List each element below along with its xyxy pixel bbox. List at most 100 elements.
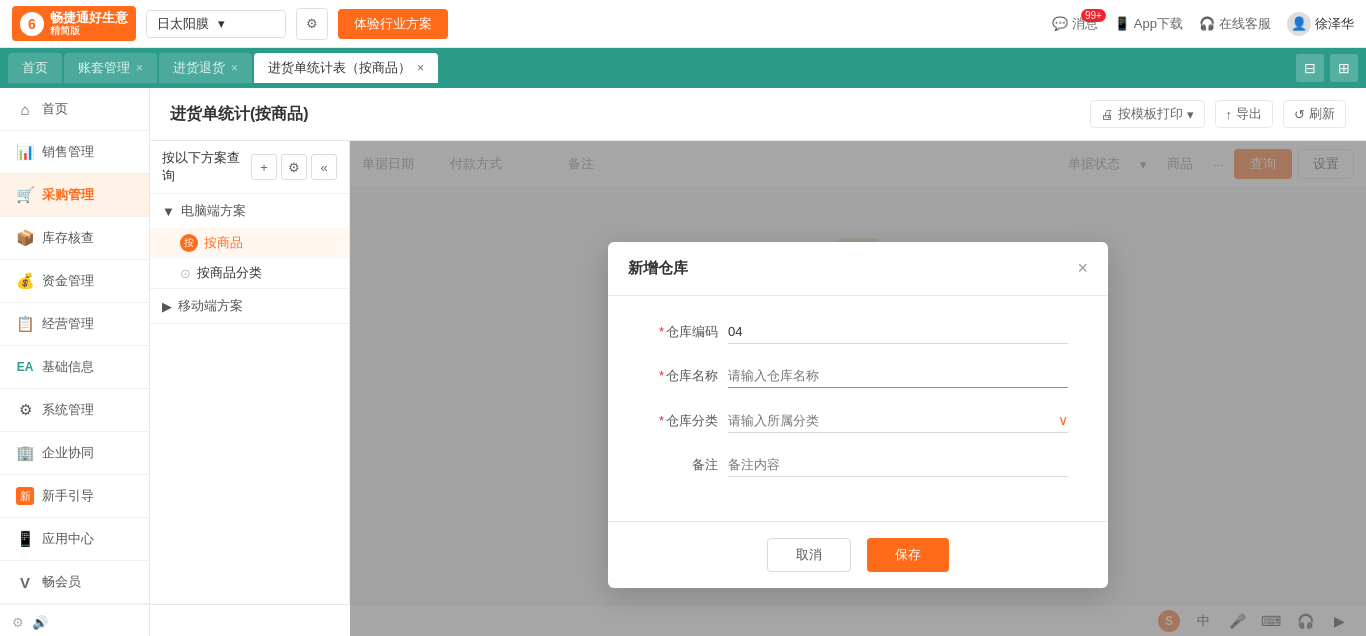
modal-close-button[interactable]: ×: [1077, 258, 1088, 279]
form-row-note: 备注: [648, 453, 1068, 477]
chevron-down-icon: ▾: [218, 16, 275, 31]
sidebar-item-guide[interactable]: 新 新手引导: [0, 475, 149, 518]
collapse-panel-button[interactable]: «: [311, 154, 337, 180]
tab-accounts-label: 账套管理: [78, 59, 130, 77]
scheme-settings-button[interactable]: ⚙: [281, 154, 307, 180]
code-input[interactable]: [728, 320, 1068, 344]
vip-icon: V: [16, 573, 34, 591]
home-icon: ⌂: [16, 100, 34, 118]
sidebar-item-vip[interactable]: V 畅会员: [0, 561, 149, 604]
scheme-by-product-category[interactable]: ⊙ 按商品分类: [150, 258, 349, 288]
expand-window-button[interactable]: ⊞: [1330, 54, 1358, 82]
required-mark-name: *: [659, 368, 664, 383]
tab-purchase-returns[interactable]: 进货退货 ×: [159, 53, 252, 83]
store-name: 日太阳膜: [157, 15, 214, 33]
basic-info-icon: EA: [16, 358, 34, 376]
export-button[interactable]: ↑ 导出: [1215, 100, 1274, 128]
sidebar-item-guide-label: 新手引导: [42, 487, 94, 505]
sales-icon: 📊: [16, 143, 34, 161]
settings-button[interactable]: ⚙: [296, 8, 328, 40]
export-label: 导出: [1236, 105, 1262, 123]
online-service-label: 在线客服: [1219, 15, 1271, 33]
scheme-by-product[interactable]: 按 按商品: [150, 228, 349, 258]
by-product-label: 按商品: [204, 234, 243, 252]
tab-purchase-returns-close-icon[interactable]: ×: [231, 61, 238, 75]
sidebar-item-finance-label: 资金管理: [42, 272, 94, 290]
name-input[interactable]: [728, 364, 1068, 388]
refresh-button[interactable]: ↺ 刷新: [1283, 100, 1346, 128]
sidebar-item-enterprise[interactable]: 🏢 企业协同: [0, 432, 149, 475]
modal-overlay: 新增仓库 × *仓库编码: [350, 141, 1366, 636]
sidebar-item-sales[interactable]: 📊 销售管理: [0, 131, 149, 174]
add-icon: +: [260, 160, 268, 175]
tab-purchase-stats-close-icon[interactable]: ×: [417, 61, 424, 75]
sidebar-item-operations-label: 经营管理: [42, 315, 94, 333]
print-button[interactable]: 🖨 按模板打印 ▾: [1090, 100, 1205, 128]
topbar-right: 💬 消息 99+ 📱 App下载 🎧 在线客服 👤 徐泽华: [1052, 12, 1354, 36]
by-category-icon: ⊙: [180, 266, 191, 281]
gear-icon: ⚙: [306, 16, 318, 31]
sidebar-item-enterprise-label: 企业协同: [42, 444, 94, 462]
operations-icon: 📋: [16, 315, 34, 333]
inventory-icon: 📦: [16, 229, 34, 247]
note-input[interactable]: [728, 453, 1068, 477]
tab-home[interactable]: 首页: [8, 53, 62, 83]
purchase-icon: 🛒: [16, 186, 34, 204]
logo-sub: 精简版: [50, 25, 128, 37]
sidebar-item-basic-info[interactable]: EA 基础信息: [0, 346, 149, 389]
page-title: 进货单统计(按商品): [170, 104, 309, 125]
left-filter-panel: 按以下方案查询 + ⚙ «: [150, 141, 350, 636]
cancel-button[interactable]: 取消: [767, 538, 851, 572]
pc-schemes-expand-icon: ▼: [162, 204, 175, 219]
sidebar-item-operations[interactable]: 📋 经营管理: [0, 303, 149, 346]
mobile-schemes-label: 移动端方案: [178, 297, 243, 315]
sidebar-item-home[interactable]: ⌂ 首页: [0, 88, 149, 131]
restore-window-button[interactable]: ⊟: [1296, 54, 1324, 82]
store-selector[interactable]: 日太阳膜 ▾: [146, 10, 286, 38]
message-badge: 99+: [1081, 9, 1106, 22]
try-industry-button[interactable]: 体验行业方案: [338, 9, 448, 39]
form-row-code: *仓库编码: [648, 320, 1068, 344]
tab-accounts-close-icon[interactable]: ×: [136, 61, 143, 75]
tab-purchase-stats[interactable]: 进货单统计表（按商品） ×: [254, 53, 438, 83]
add-scheme-button[interactable]: +: [251, 154, 277, 180]
sidebar-item-purchase-label: 采购管理: [42, 186, 94, 204]
content-area: 进货单统计(按商品) 🖨 按模板打印 ▾ ↑ 导出 ↺ 刷新: [150, 88, 1366, 636]
enterprise-icon: 🏢: [16, 444, 34, 462]
sidebar-item-purchase[interactable]: 🛒 采购管理: [0, 174, 149, 217]
sidebar-speaker-icon[interactable]: 🔊: [32, 615, 48, 630]
app-download-button[interactable]: 📱 App下载: [1114, 15, 1183, 33]
sidebar-settings-icon[interactable]: ⚙: [12, 615, 24, 630]
content-actions: 🖨 按模板打印 ▾ ↑ 导出 ↺ 刷新: [1090, 100, 1347, 128]
message-icon: 💬: [1052, 16, 1068, 31]
tab-home-label: 首页: [22, 59, 48, 77]
logo-main: 畅捷通好生意: [50, 10, 128, 26]
category-select[interactable]: ∨: [728, 408, 1068, 433]
new-warehouse-modal: 新增仓库 × *仓库编码: [608, 242, 1108, 588]
message-button[interactable]: 💬 消息 99+: [1052, 15, 1098, 33]
sidebar-item-finance[interactable]: 💰 资金管理: [0, 260, 149, 303]
note-label: 备注: [648, 456, 718, 474]
online-service-button[interactable]: 🎧 在线客服: [1199, 15, 1271, 33]
tab-purchase-stats-label: 进货单统计表（按商品）: [268, 59, 411, 77]
tabbar: 首页 账套管理 × 进货退货 × 进货单统计表（按商品） × ⊟ ⊞: [0, 48, 1366, 88]
pc-schemes-header[interactable]: ▼ 电脑端方案: [150, 194, 349, 228]
user-menu[interactable]: 👤 徐泽华: [1287, 12, 1354, 36]
save-button[interactable]: 保存: [867, 538, 949, 572]
modal-title: 新增仓库: [628, 259, 688, 278]
by-product-category-label: 按商品分类: [197, 264, 262, 282]
pc-schemes-section: ▼ 电脑端方案 按 按商品 ⊙ 按商品分类: [150, 194, 349, 289]
code-label: *仓库编码: [648, 323, 718, 341]
sidebar-item-app-center[interactable]: 📱 应用中心: [0, 518, 149, 561]
logo: 6 畅捷通好生意 精简版: [12, 6, 136, 42]
scheme-settings-icon: ⚙: [288, 160, 300, 175]
sidebar: ⌂ 首页 📊 销售管理 🛒 采购管理 📦 库存核查 💰 资金管理 📋 经营管理 …: [0, 88, 150, 636]
content-header: 进货单统计(按商品) 🖨 按模板打印 ▾ ↑ 导出 ↺ 刷新: [150, 88, 1366, 141]
sidebar-item-system[interactable]: ⚙ 系统管理: [0, 389, 149, 432]
print-chevron-icon: ▾: [1187, 107, 1194, 122]
category-input[interactable]: [728, 413, 1058, 428]
mobile-schemes-expand-icon: ▶: [162, 299, 172, 314]
sidebar-item-inventory[interactable]: 📦 库存核查: [0, 217, 149, 260]
tab-accounts[interactable]: 账套管理 ×: [64, 53, 157, 83]
mobile-schemes-header[interactable]: ▶ 移动端方案: [150, 289, 349, 323]
